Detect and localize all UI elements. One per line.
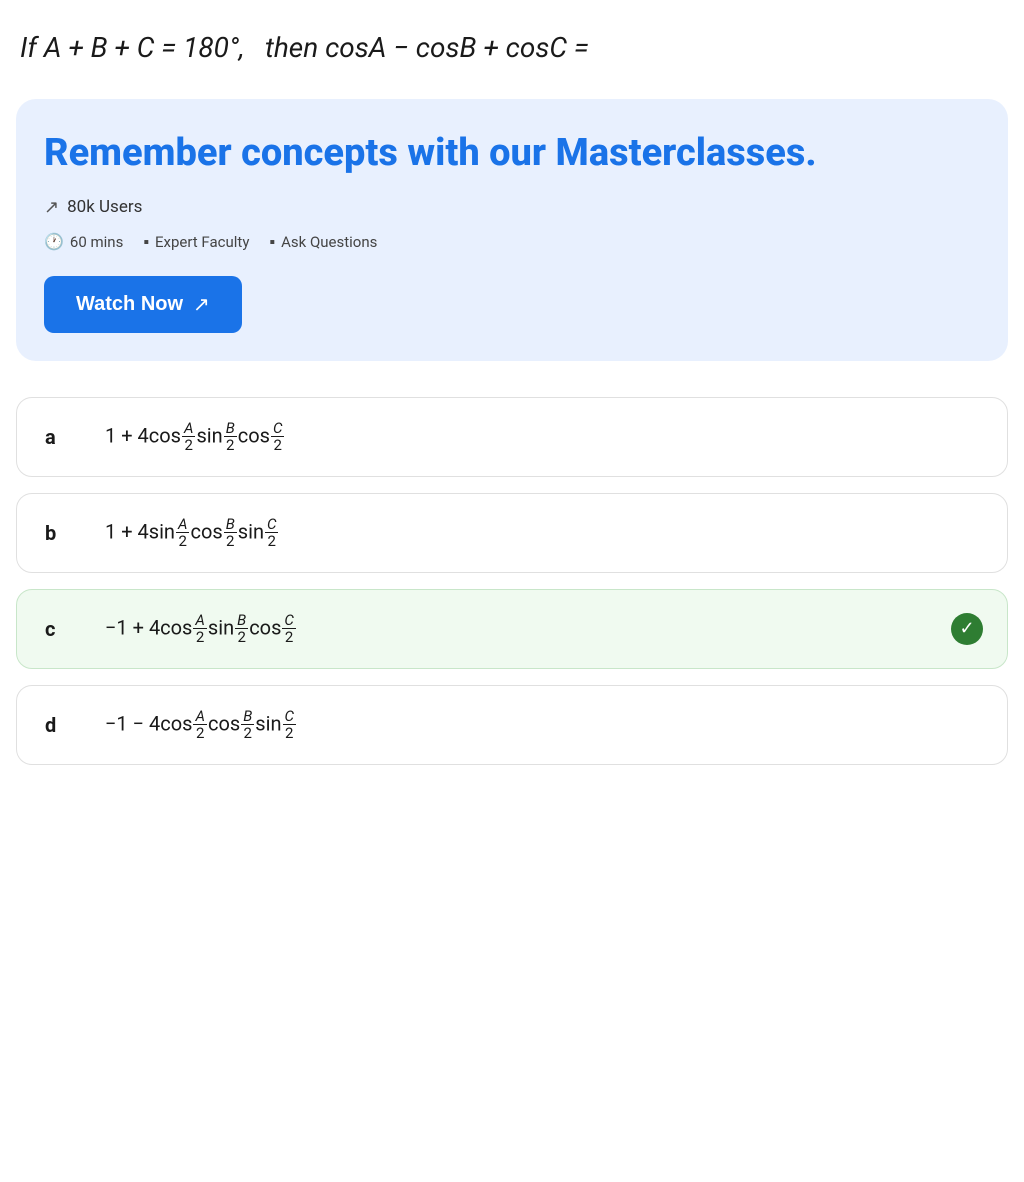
- users-count: 80k Users: [67, 197, 142, 217]
- masterclass-title: Remember concepts with our Masterclasses…: [44, 131, 980, 177]
- users-stat: ↗ 80k Users: [44, 197, 980, 218]
- faculty-label: Expert Faculty: [155, 233, 249, 251]
- watch-now-label: Watch Now: [76, 293, 183, 316]
- watch-now-button[interactable]: Watch Now ↗: [44, 276, 242, 333]
- option-d-label: d: [45, 713, 85, 737]
- option-b-label: b: [45, 521, 85, 545]
- option-a-label: a: [45, 425, 85, 449]
- question-header: If A + B + C = 180°, then cosA − cosB + …: [16, 20, 1008, 75]
- option-a[interactable]: a 1 + 4cosA2sinB2cosC2: [16, 397, 1008, 477]
- option-d[interactable]: d −1 − 4cosA2cosB2sinC2: [16, 685, 1008, 765]
- faculty-icon: ▪: [143, 232, 149, 252]
- option-d-math: −1 − 4cosA2cosB2sinC2: [105, 708, 297, 742]
- correct-checkmark-icon: ✓: [951, 613, 983, 645]
- external-link-icon: ↗: [193, 292, 210, 317]
- meta-row: 🕐 60 mins ▪ Expert Faculty ▪ Ask Questio…: [44, 232, 980, 252]
- meta-questions: ▪ Ask Questions: [269, 232, 377, 252]
- questions-label: Ask Questions: [281, 233, 377, 251]
- option-c-label: c: [45, 617, 85, 641]
- option-b-math: 1 + 4sinA2cosB2sinC2: [105, 516, 279, 550]
- questions-icon: ▪: [269, 232, 275, 252]
- option-c-math: −1 + 4cosA2sinB2cosC2: [105, 612, 297, 646]
- option-a-math: 1 + 4cosA2sinB2cosC2: [105, 420, 285, 454]
- trending-icon: ↗: [44, 197, 59, 218]
- masterclass-card: Remember concepts with our Masterclasses…: [16, 99, 1008, 361]
- clock-icon: 🕐: [44, 232, 64, 251]
- options-container: a 1 + 4cosA2sinB2cosC2 b 1 + 4sinA2cosB2…: [16, 397, 1008, 765]
- option-b[interactable]: b 1 + 4sinA2cosB2sinC2: [16, 493, 1008, 573]
- option-c[interactable]: c −1 + 4cosA2sinB2cosC2 ✓: [16, 589, 1008, 669]
- meta-duration: 🕐 60 mins: [44, 232, 123, 251]
- meta-faculty: ▪ Expert Faculty: [143, 232, 249, 252]
- duration-label: 60 mins: [70, 233, 123, 251]
